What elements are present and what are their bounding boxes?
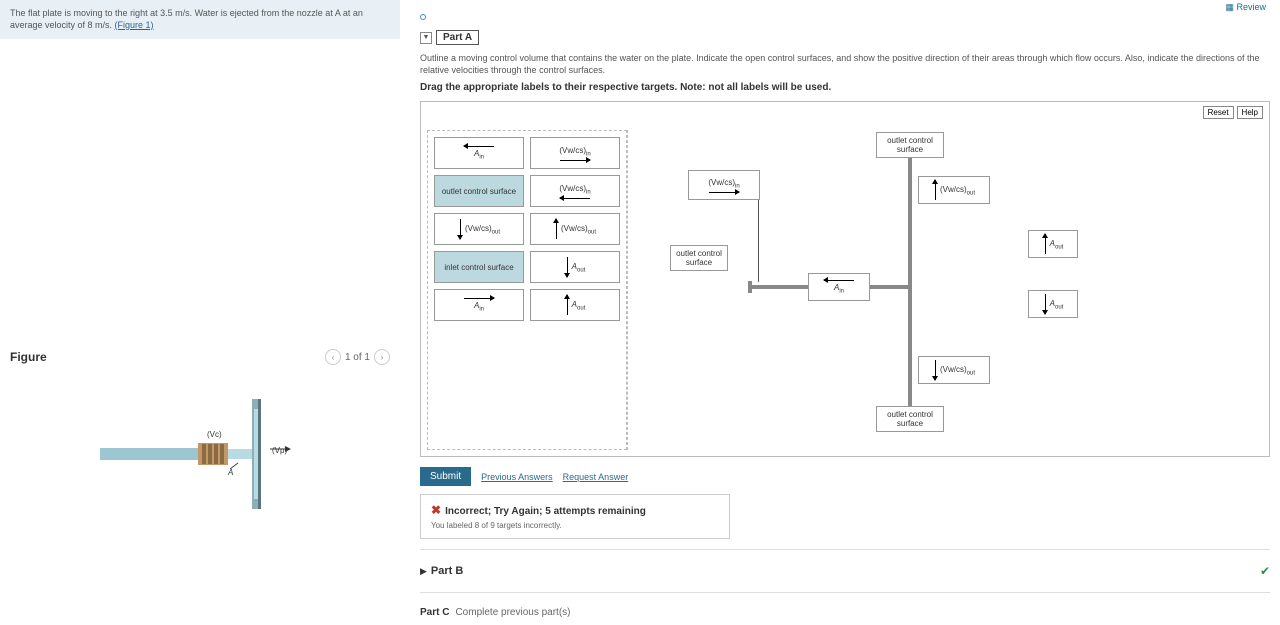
drop-target[interactable]: Aout — [1028, 230, 1078, 258]
palette-item[interactable]: inlet control surface — [434, 251, 524, 283]
pager-next-button[interactable]: › — [374, 349, 390, 365]
palette-item[interactable]: (Vw/cs)in — [530, 175, 620, 207]
pager-prev-button[interactable]: ‹ — [325, 349, 341, 365]
drop-target[interactable]: Aout — [1028, 290, 1078, 318]
problem-text: The flat plate is moving to the right at… — [10, 8, 363, 30]
pager-text: 1 of 1 — [345, 352, 370, 363]
feedback-detail: You labeled 8 of 9 targets incorrectly. — [431, 521, 719, 530]
previous-answers-link[interactable]: Previous Answers — [481, 472, 553, 482]
submit-row: Submit Previous Answers Request Answer — [420, 467, 1270, 486]
part-c-header: Part C Complete previous part(s) — [420, 603, 1270, 622]
drop-target[interactable]: (Vw/cs)in — [688, 170, 760, 200]
svg-text:(Vc): (Vc) — [207, 430, 222, 439]
svg-text:A: A — [227, 468, 233, 477]
palette-item[interactable]: (Vw/cs)out — [434, 213, 524, 245]
review-link[interactable]: ▦ Review — [1225, 2, 1266, 13]
figure-heading: Figure — [10, 350, 47, 364]
progress-circle-icon — [420, 14, 426, 20]
submit-button[interactable]: Submit — [420, 467, 471, 486]
expand-arrow-icon: ▶ — [420, 566, 427, 576]
palette-item[interactable]: Aout — [530, 289, 620, 321]
part-c-status: Complete previous part(s) — [455, 607, 570, 618]
drop-target[interactable]: Ain — [808, 273, 870, 301]
drop-target[interactable]: outlet control surface — [876, 406, 944, 432]
feedback-title: Incorrect; Try Again; 5 attempts remaini… — [445, 506, 646, 517]
palette-item[interactable]: Ain — [434, 137, 524, 169]
part-c-label: Part C — [420, 607, 449, 618]
problem-statement: The flat plate is moving to the right at… — [0, 0, 400, 39]
figure-link[interactable]: (Figure 1) — [115, 20, 154, 30]
part-b-header[interactable]: ▶ Part B ✔ — [420, 560, 1270, 582]
part-a-label: Part A — [436, 30, 479, 45]
right-panel: ▦ Review ▼ Part A Outline a moving contr… — [400, 0, 1280, 625]
figure-pager: ‹ 1 of 1 › — [325, 349, 390, 365]
part-b-label: Part B — [431, 565, 463, 577]
request-answer-link[interactable]: Request Answer — [563, 472, 629, 482]
palette-item[interactable]: outlet control surface — [434, 175, 524, 207]
checkmark-icon: ✔ — [1260, 564, 1270, 578]
drag-workspace: Reset Help Ain (Vw/cs)in outlet control … — [420, 101, 1270, 457]
palette-item[interactable]: (Vw/cs)out — [530, 213, 620, 245]
help-button[interactable]: Help — [1237, 106, 1263, 119]
figure-section: Figure ‹ 1 of 1 › — [0, 349, 400, 541]
drop-target[interactable]: outlet control surface — [876, 132, 944, 158]
palette-item[interactable]: Aout — [530, 251, 620, 283]
feedback-box: ✖ Incorrect; Try Again; 5 attempts remain… — [420, 494, 730, 539]
palette-item[interactable]: (Vw/cs)in — [530, 137, 620, 169]
palette-item[interactable]: Ain — [434, 289, 524, 321]
left-panel: The flat plate is moving to the right at… — [0, 0, 400, 625]
reset-button[interactable]: Reset — [1203, 106, 1234, 119]
part-a-header[interactable]: ▼ Part A — [420, 30, 1270, 45]
label-palette: Ain (Vw/cs)in outlet control surface (Vw… — [427, 130, 627, 450]
figure-image: (Vc) (Vp) A — [10, 371, 390, 541]
collapse-arrow-icon[interactable]: ▼ — [420, 32, 432, 44]
drop-target[interactable]: (Vw/cs)out — [918, 176, 990, 204]
part-a-instructions: Outline a moving control volume that con… — [420, 53, 1270, 76]
drop-canvas[interactable]: outlet control surface (Vw/cs)in (Vw/cs)… — [627, 130, 1263, 450]
drag-instructions: Drag the appropriate labels to their res… — [420, 82, 1270, 93]
drop-target[interactable]: (Vw/cs)out — [918, 356, 990, 384]
drop-target[interactable]: outlet control surface — [670, 245, 728, 271]
incorrect-icon: ✖ — [431, 503, 441, 517]
